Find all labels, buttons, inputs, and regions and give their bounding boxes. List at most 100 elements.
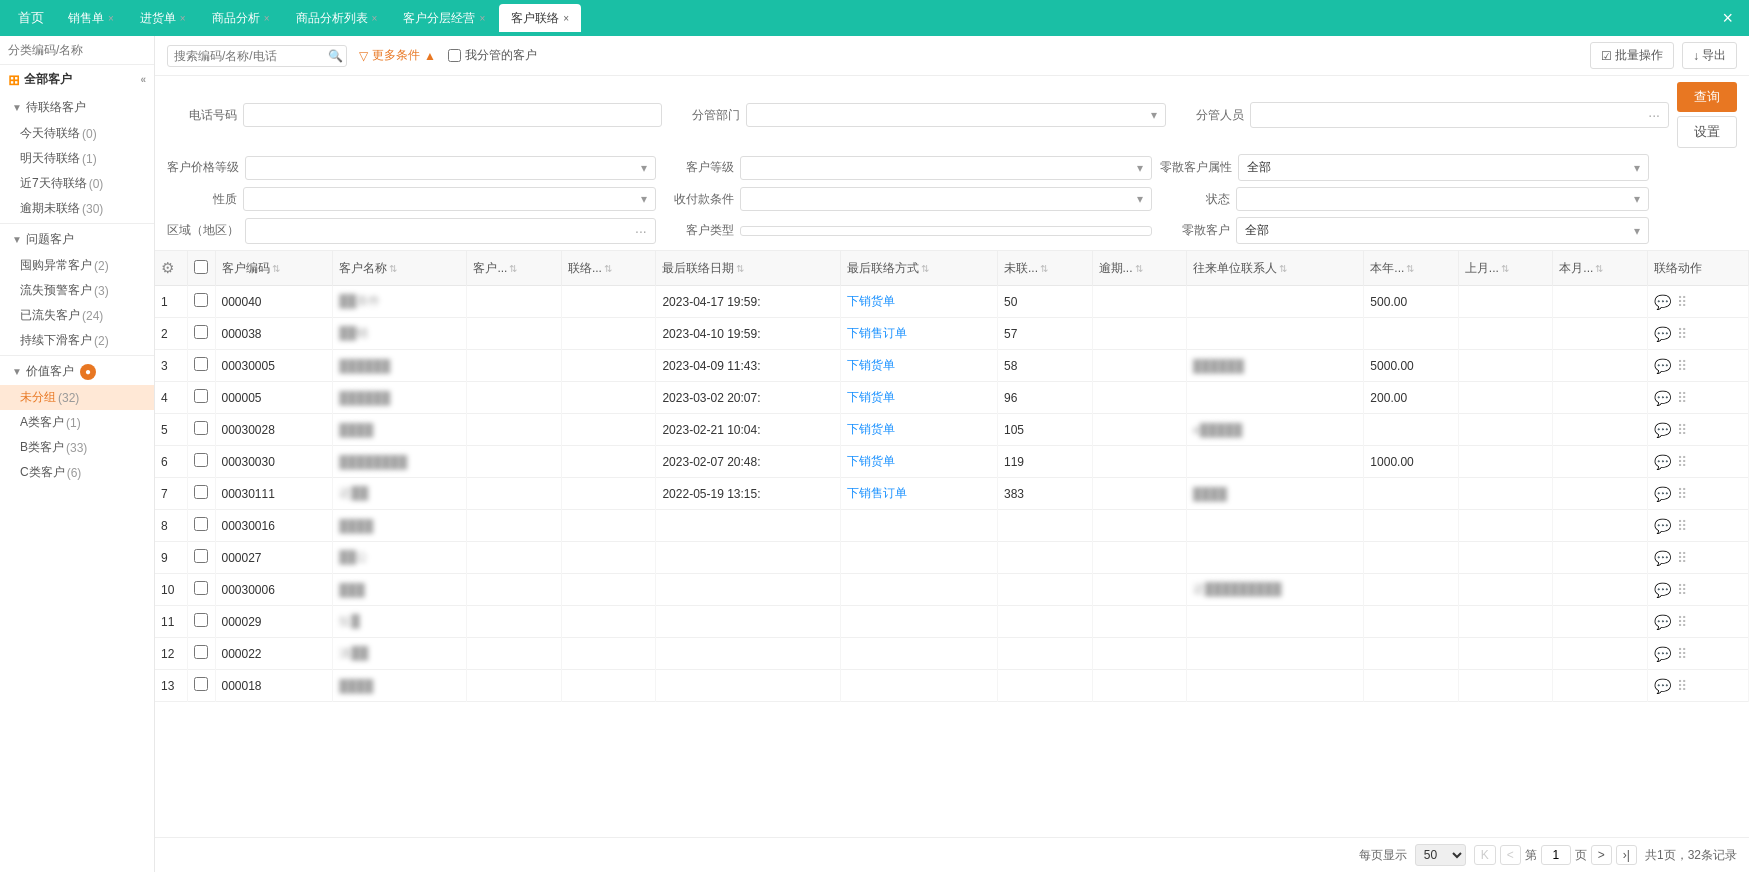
sort-icon[interactable]: ⇅ xyxy=(1040,263,1048,274)
more-action-icon[interactable]: ⠿ xyxy=(1677,646,1687,662)
sort-icon[interactable]: ⇅ xyxy=(389,263,397,274)
more-action-icon[interactable]: ⠿ xyxy=(1677,550,1687,566)
close-icon[interactable]: × xyxy=(479,13,485,24)
close-icon[interactable]: × xyxy=(264,13,270,24)
nav-tab-product-analysis[interactable]: 商品分析 × xyxy=(200,4,282,32)
batch-op-button[interactable]: ☑ 批量操作 xyxy=(1590,42,1674,69)
prev-page-button[interactable]: < xyxy=(1500,845,1521,865)
message-icon[interactable]: 💬 xyxy=(1654,358,1671,374)
sidebar-search-input[interactable] xyxy=(8,43,155,57)
row-checkbox[interactable] xyxy=(194,517,208,531)
more-action-icon[interactable]: ⠿ xyxy=(1677,678,1687,694)
sidebar-item-overdue-pending[interactable]: 逾期未联络 (30) xyxy=(0,196,154,221)
query-button[interactable]: 查询 xyxy=(1677,82,1737,112)
more-btn[interactable]: ··· xyxy=(1648,107,1660,123)
filter-dept-select[interactable]: ▾ xyxy=(746,103,1165,127)
reset-button[interactable]: 设置 xyxy=(1677,116,1737,148)
more-action-icon[interactable]: ⠿ xyxy=(1677,422,1687,438)
sidebar-all-customers[interactable]: ⊞ 全部客户 « xyxy=(0,65,154,94)
sort-icon[interactable]: ⇅ xyxy=(1279,263,1287,274)
row-checkbox[interactable] xyxy=(194,645,208,659)
page-input[interactable] xyxy=(1541,845,1571,865)
message-icon[interactable]: 💬 xyxy=(1654,550,1671,566)
message-icon[interactable]: 💬 xyxy=(1654,646,1671,662)
filter-status-select[interactable]: ▾ xyxy=(1236,187,1649,211)
filter-nature-select[interactable]: ▾ xyxy=(243,187,656,211)
sort-icon[interactable]: ⇅ xyxy=(509,263,517,274)
row-checkbox[interactable] xyxy=(194,581,208,595)
message-icon[interactable]: 💬 xyxy=(1654,422,1671,438)
row-checkbox[interactable] xyxy=(194,293,208,307)
filter-scatter-attr-select[interactable]: 全部 ▾ xyxy=(1238,154,1649,181)
row-checkbox[interactable] xyxy=(194,389,208,403)
sort-icon[interactable]: ⇅ xyxy=(736,263,744,274)
filter-price-select[interactable]: ▾ xyxy=(245,156,656,180)
row-checkbox[interactable] xyxy=(194,485,208,499)
more-conditions-button[interactable]: ▽ 更多条件 ▲ xyxy=(359,47,436,64)
message-icon[interactable]: 💬 xyxy=(1654,614,1671,630)
filter-customer-type-select[interactable] xyxy=(740,226,1153,236)
message-icon[interactable]: 💬 xyxy=(1654,678,1671,694)
message-icon[interactable]: 💬 xyxy=(1654,390,1671,406)
filter-manager-select[interactable]: ··· xyxy=(1250,102,1669,128)
select-all-checkbox[interactable] xyxy=(194,260,208,274)
more-action-icon[interactable]: ⠿ xyxy=(1677,358,1687,374)
filter-phone-input[interactable] xyxy=(243,103,662,127)
sidebar-item-churned[interactable]: 已流失客户 (24) xyxy=(0,303,154,328)
more-action-icon[interactable]: ⠿ xyxy=(1677,454,1687,470)
sidebar-item-7days-pending[interactable]: 近7天待联络 (0) xyxy=(0,171,154,196)
message-icon[interactable]: 💬 xyxy=(1654,326,1671,342)
sort-icon[interactable]: ⇅ xyxy=(1501,263,1509,274)
more-btn[interactable]: ··· xyxy=(635,223,647,239)
per-page-select[interactable]: 50 20 100 xyxy=(1415,844,1466,866)
settings-icon[interactable]: ⚙ xyxy=(161,259,174,276)
sidebar-group-pending[interactable]: ▼ 待联络客户 xyxy=(0,94,154,121)
more-action-icon[interactable]: ⠿ xyxy=(1677,326,1687,342)
nav-tab-purchase[interactable]: 进货单 × xyxy=(128,4,198,32)
filter-customer-level-select[interactable]: ▾ xyxy=(740,156,1153,180)
next-page-button[interactable]: > xyxy=(1591,845,1612,865)
close-icon[interactable]: × xyxy=(180,13,186,24)
first-page-button[interactable]: K xyxy=(1474,845,1496,865)
message-icon[interactable]: 💬 xyxy=(1654,518,1671,534)
my-customers-checkbox[interactable]: 我分管的客户 xyxy=(448,47,537,64)
more-action-icon[interactable]: ⠿ xyxy=(1677,582,1687,598)
sidebar-group-value[interactable]: ▼ 价值客户 ● xyxy=(0,358,154,385)
sort-icon[interactable]: ⇅ xyxy=(1135,263,1143,274)
sidebar-item-declining[interactable]: 持续下滑客户 (2) xyxy=(0,328,154,353)
main-search-input[interactable] xyxy=(174,49,324,63)
sort-icon[interactable]: ⇅ xyxy=(604,263,612,274)
last-page-button[interactable]: ›| xyxy=(1616,845,1637,865)
message-icon[interactable]: 💬 xyxy=(1654,486,1671,502)
sidebar-item-today-pending[interactable]: 今天待联络 (0) xyxy=(0,121,154,146)
nav-tab-customer-segment[interactable]: 客户分层经营 × xyxy=(391,4,497,32)
close-icon[interactable]: × xyxy=(563,13,569,24)
nav-tab-sales[interactable]: 销售单 × xyxy=(56,4,126,32)
sidebar-group-problem[interactable]: ▼ 问题客户 xyxy=(0,226,154,253)
sidebar-item-tomorrow-pending[interactable]: 明天待联络 (1) xyxy=(0,146,154,171)
row-checkbox[interactable] xyxy=(194,421,208,435)
more-action-icon[interactable]: ⠿ xyxy=(1677,294,1687,310)
sort-icon[interactable]: ⇅ xyxy=(272,263,280,274)
sidebar-item-class-c[interactable]: C类客户 (6) xyxy=(0,460,154,485)
main-search-icon[interactable]: 🔍 xyxy=(328,49,343,63)
filter-region-select[interactable]: ··· xyxy=(245,218,656,244)
my-customers-check[interactable] xyxy=(448,49,461,62)
more-action-icon[interactable]: ⠿ xyxy=(1677,390,1687,406)
row-checkbox[interactable] xyxy=(194,613,208,627)
more-action-icon[interactable]: ⠿ xyxy=(1677,614,1687,630)
row-checkbox[interactable] xyxy=(194,549,208,563)
sort-icon[interactable]: ⇅ xyxy=(1595,263,1603,274)
filter-payment-select[interactable]: ▾ xyxy=(740,187,1153,211)
sort-icon[interactable]: ⇅ xyxy=(1406,263,1414,274)
nav-tab-customer-contact[interactable]: 客户联络 × xyxy=(499,4,581,32)
nav-tab-product-list[interactable]: 商品分析列表 × xyxy=(284,4,390,32)
message-icon[interactable]: 💬 xyxy=(1654,582,1671,598)
sidebar-item-class-b[interactable]: B类客户 (33) xyxy=(0,435,154,460)
more-action-icon[interactable]: ⠿ xyxy=(1677,518,1687,534)
row-checkbox[interactable] xyxy=(194,357,208,371)
row-checkbox[interactable] xyxy=(194,325,208,339)
close-all-button[interactable]: × xyxy=(1714,8,1741,29)
nav-home-tab[interactable]: 首页 xyxy=(8,9,54,27)
sidebar-item-churn-warning[interactable]: 流失预警客户 (3) xyxy=(0,278,154,303)
